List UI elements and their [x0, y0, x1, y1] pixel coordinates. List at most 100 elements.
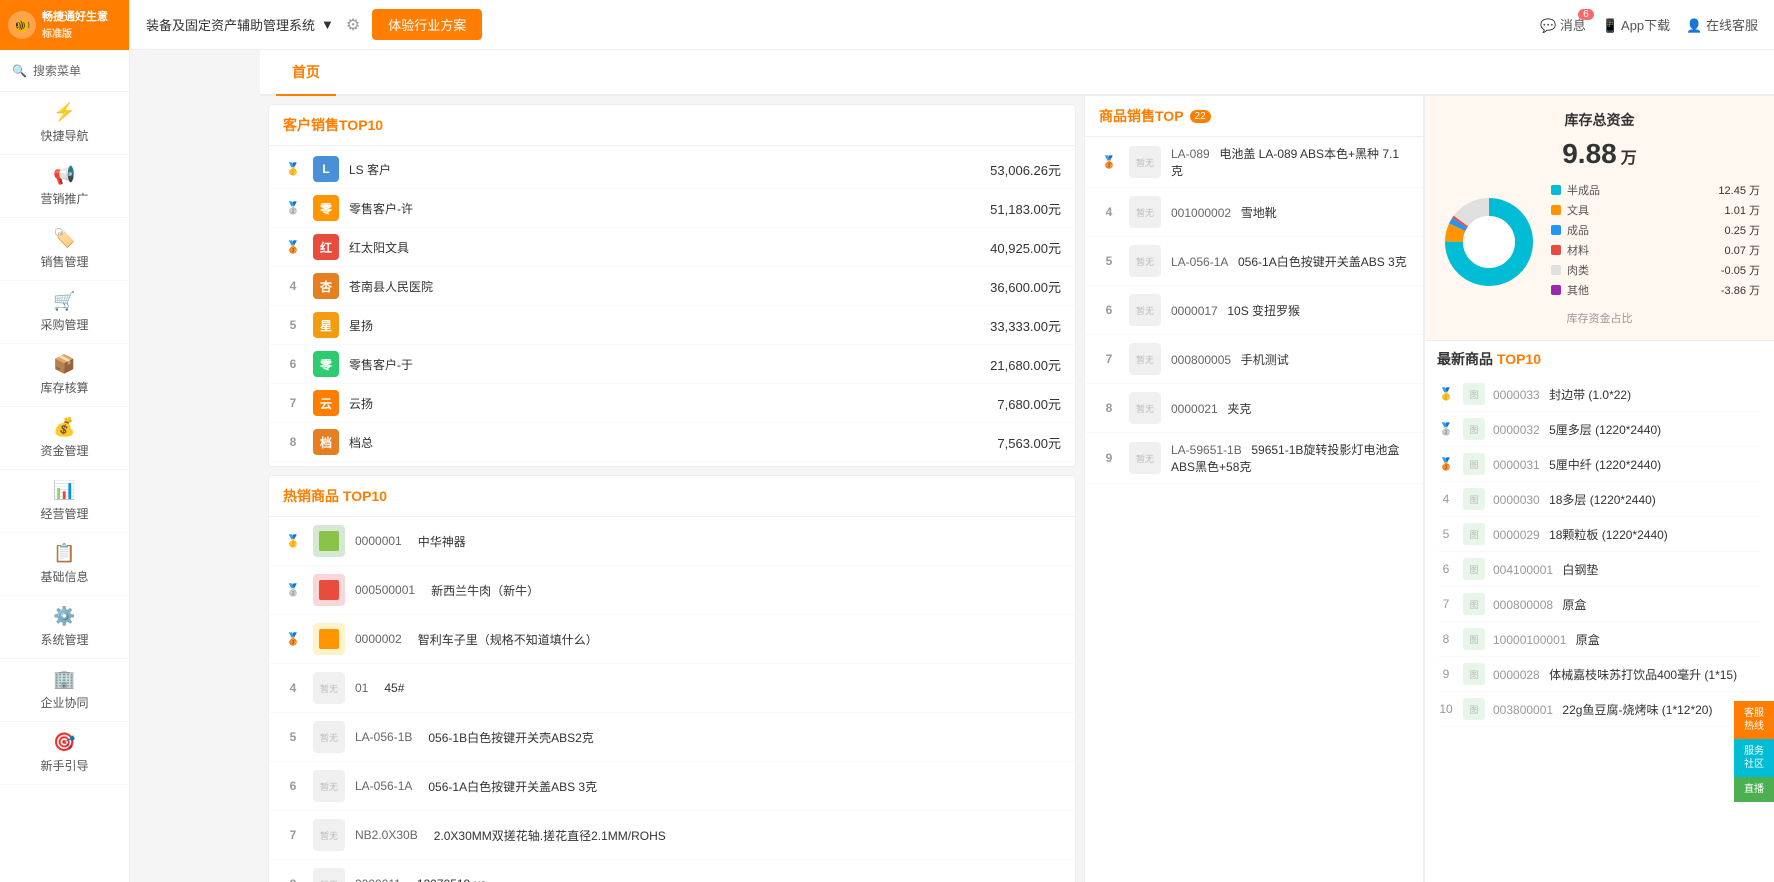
customer-name: 红太阳文具 — [349, 239, 980, 256]
donut-chart — [1439, 192, 1539, 292]
legend-value: 0.25 万 — [1725, 222, 1760, 238]
product-thumbnail: 图 — [1463, 383, 1485, 405]
product-info: LA-59651-1B 59651-1B旋转投影灯电池盒 ABS黑色+58克 — [1171, 441, 1409, 475]
top-badge: 22 — [1190, 110, 1211, 123]
tab-home[interactable]: 首页 — [276, 50, 336, 96]
product-code: 0000033 — [1493, 388, 1540, 402]
product-code: 0000021 — [1171, 402, 1218, 416]
system-name: 装备及固定资产辅助管理系统 — [146, 15, 315, 34]
product-thumbnail — [313, 623, 345, 655]
sidebar-logo: 🐠 畅捷通好生意 标准版 — [0, 0, 129, 50]
list-item: 8 暂无 0000011 12070519-xs — [269, 860, 1075, 882]
sidebar-item-finance[interactable]: 💰 资金管理 — [0, 407, 129, 470]
legend-item: 半成品 12.45 万 — [1551, 182, 1760, 198]
legend-label: 材料 — [1567, 242, 1719, 258]
donut-chart-area: 半成品 12.45 万 文具 1.01 万 成品 0.25 万 — [1439, 182, 1760, 302]
product-info: 10000100001 原盒 — [1493, 631, 1762, 648]
table-row: 🥉 红 红太阳文具 40,925.00元 — [269, 228, 1075, 267]
tab-home-label: 首页 — [292, 64, 320, 80]
product-thumbnail: 暂无 — [313, 672, 345, 704]
product-thumbnail: 暂无 — [1129, 146, 1161, 178]
sidebar-item-new-guide[interactable]: 🎯 新手引导 — [0, 722, 129, 785]
list-item: 9 暂无 LA-59651-1B 59651-1B旋转投影灯电池盒 ABS黑色+… — [1085, 433, 1423, 484]
legend-item: 其他 -3.86 万 — [1551, 282, 1760, 298]
table-row: 6 零 零售客户-于 21,680.00元 — [269, 345, 1075, 384]
trial-button[interactable]: 体验行业方案 — [372, 9, 482, 40]
sidebar-item-operation[interactable]: 📊 经营管理 — [0, 470, 129, 533]
system-selector[interactable]: 装备及固定资产辅助管理系统 ▼ — [146, 15, 334, 34]
product-thumbnail: 图 — [1463, 663, 1485, 685]
cs-community-button[interactable]: 服务社区 — [1734, 739, 1774, 777]
donut-legend: 半成品 12.45 万 文具 1.01 万 成品 0.25 万 — [1551, 182, 1760, 302]
product-name: 18多层 (1220*2440) — [1549, 493, 1656, 507]
product-info: LA-089 电池盖 LA-089 ABS本色+黑种 7.1克 — [1171, 145, 1409, 179]
product-name: 5厘中纤 (1220*2440) — [1549, 458, 1661, 472]
hot-products-header: 热销商品 TOP10 — [269, 476, 1075, 517]
product-thumbnail: 暂无 — [1129, 343, 1161, 375]
list-item: 🥇 图 0000033 封边带 (1.0*22) — [1437, 377, 1762, 412]
rank-num: 4 — [1099, 205, 1119, 219]
rank-num: 7 — [1437, 597, 1455, 611]
sidebar-item-purchase[interactable]: 🛒 采购管理 — [0, 281, 129, 344]
sidebar-item-quick-nav[interactable]: ⚡ 快捷导航 — [0, 92, 129, 155]
right-panel: 库存总资金 9.88万 — [1424, 96, 1774, 882]
rank-number: 6 — [283, 357, 303, 371]
list-item: 🥉 0000002 智利车子里（规格不知道填什么） — [269, 615, 1075, 664]
product-thumbnail: 暂无 — [1129, 392, 1161, 424]
sidebar-item-sales[interactable]: 🏷️ 销售管理 — [0, 218, 129, 281]
app-download-link[interactable]: 📱 App下载 — [1602, 15, 1670, 34]
search-menu-button[interactable]: 🔍 搜索菜单 — [8, 58, 121, 83]
product-thumbnail: 图 — [1463, 628, 1485, 650]
legend-dot — [1551, 225, 1561, 235]
rank-num: 🥇 — [283, 534, 303, 548]
list-item: 6 暂无 LA-056-1A 056-1A白色按键开关盖ABS 3克 — [269, 762, 1075, 811]
sidebar-item-sys-mgmt[interactable]: ⚙️ 系统管理 — [0, 596, 129, 659]
product-name: 雪地靴 — [1241, 206, 1277, 220]
sidebar: 🐠 畅捷通好生意 标准版 🔍 搜索菜单 ⚡ 快捷导航 📢 营销推广 🏷️ 销售管… — [0, 0, 130, 882]
sidebar-item-base-info[interactable]: 📋 基础信息 — [0, 533, 129, 596]
product-thumbnail: 图 — [1463, 418, 1485, 440]
cs-hotline-button[interactable]: 客服热线 — [1734, 701, 1774, 739]
rank-number: 🥈 — [283, 201, 303, 215]
topbar-right: 💬 6 消息 📱 App下载 👤 在线客服 — [1540, 15, 1758, 34]
list-item: 6 暂无 0000017 10S 变扭罗猴 — [1085, 286, 1423, 335]
rank-num: 4 — [1437, 492, 1455, 506]
sidebar-item-inventory[interactable]: 📦 库存核算 — [0, 344, 129, 407]
table-row: 8 档 档总 7,563.00元 — [269, 423, 1075, 462]
sidebar-item-label: 销售管理 — [40, 253, 88, 270]
sidebar-item-marketing[interactable]: 📢 营销推广 — [0, 155, 129, 218]
product-code: 003800001 — [1493, 703, 1553, 717]
product-name: 056-1B白色按键开关壳ABS2克 — [428, 729, 593, 746]
sidebar-item-enterprise[interactable]: 🏢 企业协同 — [0, 659, 129, 722]
list-item: 7 暂无 NB2.0X30B 2.0X30MM双搓花轴.搓花直径2.1MM/RO… — [269, 811, 1075, 860]
avatar: 云 — [313, 390, 339, 416]
product-thumbnail: 图 — [1463, 453, 1485, 475]
product-thumbnail: 图 — [1463, 698, 1485, 720]
online-service-link[interactable]: 👤 在线客服 — [1686, 15, 1758, 34]
product-name: 原盒 — [1562, 598, 1586, 612]
rank-num: 🥈 — [283, 583, 303, 597]
rank-num: 🥉 — [1437, 457, 1455, 471]
search-icon: 🔍 — [12, 64, 27, 78]
message-badge[interactable]: 💬 6 消息 — [1540, 15, 1586, 34]
table-row: 🥈 零 零售客户-许 51,183.00元 — [269, 189, 1075, 228]
inventory-title: 库存总资金 — [1439, 110, 1760, 130]
gear-icon[interactable]: ⚙ — [346, 15, 360, 35]
cs-live-button[interactable]: 直播 — [1734, 777, 1774, 802]
product-thumbnail — [313, 525, 345, 557]
customer-name: 云扬 — [349, 395, 987, 412]
product-name: 白钢垫 — [1562, 563, 1598, 577]
sys-mgmt-icon: ⚙️ — [53, 606, 75, 627]
rank-number: 🥉 — [283, 240, 303, 254]
product-info: 0000021 夹克 — [1171, 400, 1409, 417]
avatar: 红 — [313, 234, 339, 260]
app-download-label: App下载 — [1621, 18, 1670, 33]
list-item: 🥉 暂无 LA-089 电池盖 LA-089 ABS本色+黑种 7.1克 — [1085, 137, 1423, 188]
product-code: 0000017 — [1171, 304, 1218, 318]
search-label: 搜索菜单 — [33, 62, 81, 79]
product-sales-list: 🥉 暂无 LA-089 电池盖 LA-089 ABS本色+黑种 7.1克 4 暂… — [1085, 137, 1423, 484]
customer-name: 零售客户-于 — [349, 356, 980, 373]
legend-value: -3.86 万 — [1721, 282, 1760, 298]
finance-icon: 💰 — [53, 417, 75, 438]
product-thumbnail: 暂无 — [1129, 245, 1161, 277]
